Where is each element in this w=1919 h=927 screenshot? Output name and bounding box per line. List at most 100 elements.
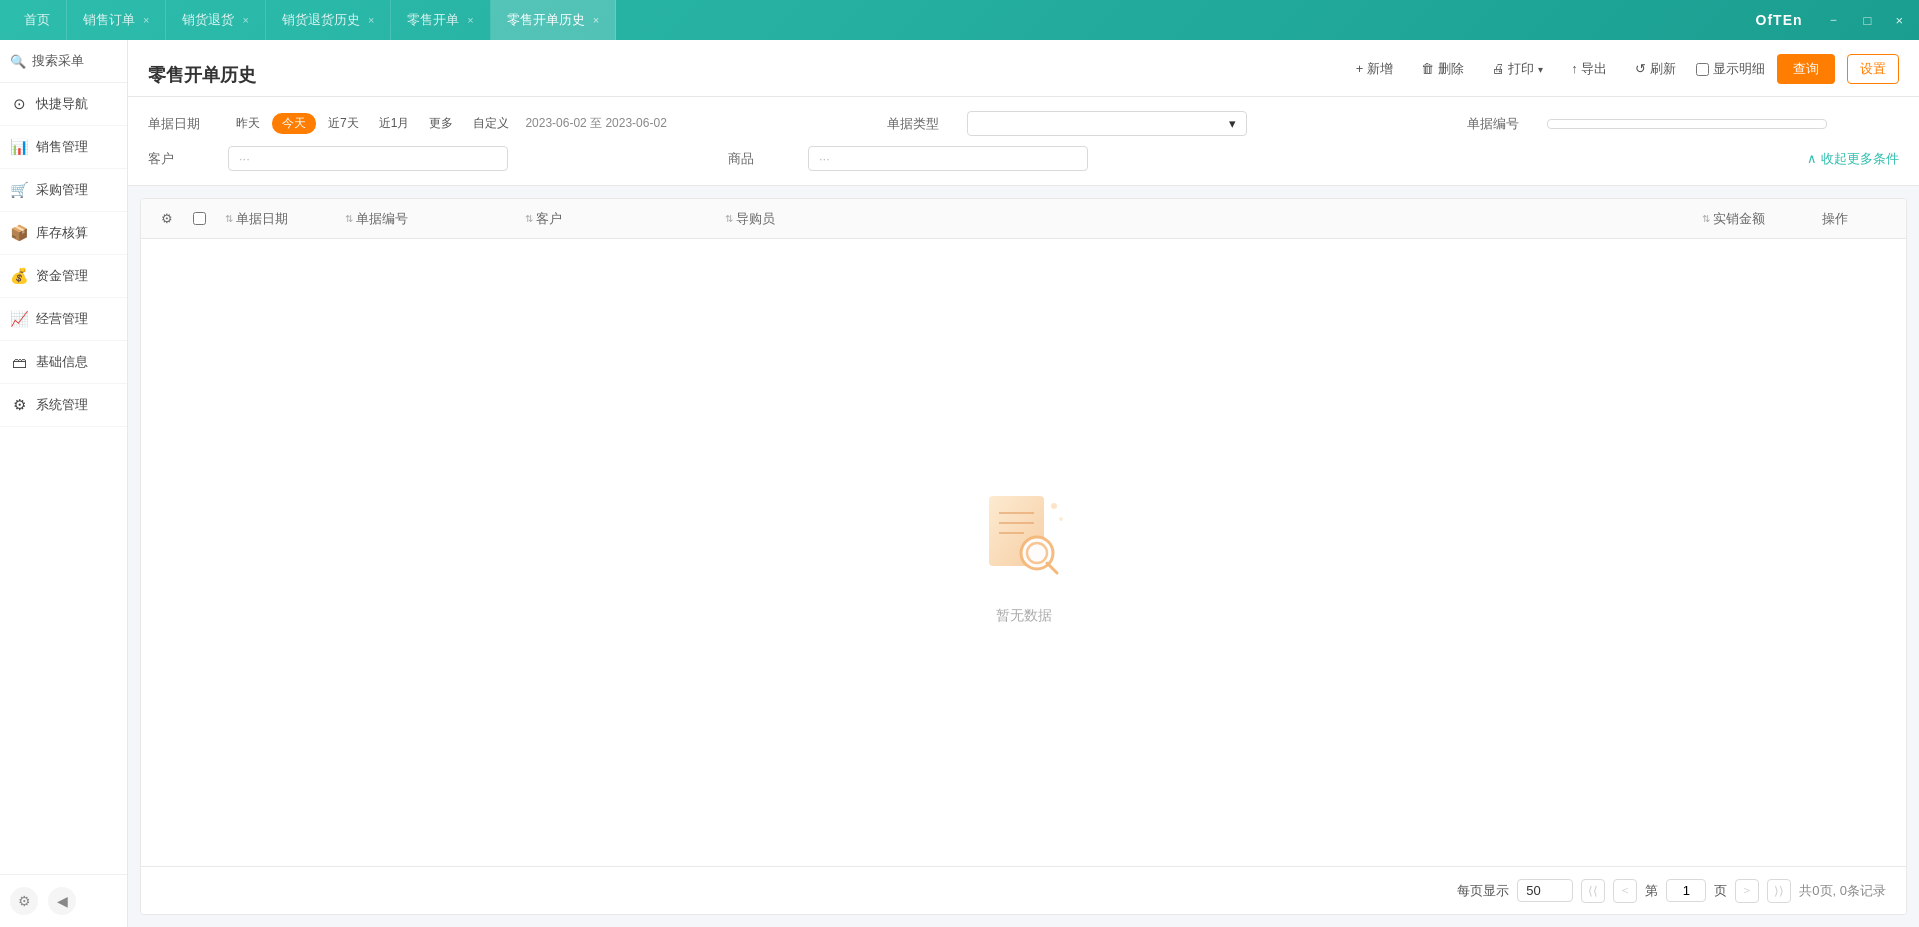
- svg-line-6: [1047, 563, 1057, 573]
- minimize-btn[interactable]: －: [1819, 7, 1848, 33]
- purchase-icon: 🛒: [10, 181, 28, 199]
- pagination-bar: 每页显示 50 100 200 ⟨⟨ ＜ 第 页 ＞ ⟩⟩ 共0页, 0条记录: [141, 866, 1906, 914]
- close-icon[interactable]: ×: [467, 14, 473, 26]
- maximize-btn[interactable]: □: [1856, 9, 1880, 32]
- type-select[interactable]: ▾: [967, 111, 1247, 136]
- empty-illustration: [969, 481, 1079, 591]
- collapse-sidebar-btn[interactable]: ◀: [48, 887, 76, 915]
- table-header: ⚙ ⇅ 单据日期 ⇅ 单据编号 ⇅ 客户 ⇅: [141, 199, 1906, 239]
- close-icon[interactable]: ×: [242, 14, 248, 26]
- tab-return-history[interactable]: 销货退货历史 ×: [266, 0, 391, 40]
- sidebar-item-basic-info[interactable]: 🗃 基础信息: [0, 341, 127, 384]
- prev-page-btn[interactable]: ＜: [1613, 879, 1637, 903]
- total-info: 共0页, 0条记录: [1799, 882, 1886, 900]
- close-icon[interactable]: ×: [143, 14, 149, 26]
- top-bar-right: OfTEn － □ ×: [1748, 7, 1911, 33]
- sidebar-item-purchase[interactable]: 🛒 采购管理: [0, 169, 127, 212]
- sidebar-item-finance[interactable]: 💰 资金管理: [0, 255, 127, 298]
- th-checkbox[interactable]: [185, 212, 217, 225]
- table-container: ⚙ ⇅ 单据日期 ⇅ 单据编号 ⇅ 客户 ⇅: [140, 198, 1907, 915]
- date-btn-more[interactable]: 更多: [421, 113, 461, 134]
- chevron-down-icon: ▾: [1229, 116, 1236, 131]
- date-btn-yesterday[interactable]: 昨天: [228, 113, 268, 134]
- tab-return-goods[interactable]: 销货退货 ×: [166, 0, 265, 40]
- sidebar: 🔍 搜索采单 ⊙ 快捷导航 📊 销售管理 🛒 采购管理 📦 库存核算 💰 资金管…: [0, 40, 128, 927]
- customer-input[interactable]: ···: [228, 146, 508, 171]
- date-filter-label: 单据日期: [148, 115, 208, 133]
- home-icon: ⊙: [10, 95, 28, 113]
- chevron-down-icon: ▾: [1538, 64, 1543, 75]
- sales-icon: 📊: [10, 138, 28, 156]
- top-bar: 首页 销售订单 × 销货退货 × 销货退货历史 × 零售开单 × 零售开单历史 …: [0, 0, 1919, 40]
- first-page-btn[interactable]: ⟨⟨: [1581, 879, 1605, 903]
- page-title: 零售开单历史: [148, 63, 256, 87]
- query-button[interactable]: 查询: [1777, 54, 1835, 84]
- sidebar-item-system[interactable]: ⚙ 系统管理: [0, 384, 127, 427]
- th-settings[interactable]: ⚙: [153, 211, 185, 226]
- info-icon: 🗃: [10, 354, 28, 371]
- new-button[interactable]: + 新增: [1348, 56, 1401, 82]
- sort-icon: ⇅: [725, 213, 733, 224]
- export-button[interactable]: ↑ 导出: [1563, 56, 1615, 82]
- close-window-btn[interactable]: ×: [1887, 9, 1911, 32]
- sort-icon: ⇅: [1702, 213, 1710, 224]
- svg-point-8: [1059, 517, 1063, 521]
- tab-retail-history[interactable]: 零售开单历史 ×: [491, 0, 616, 40]
- th-amount[interactable]: ⇅ 实销金额: [1694, 210, 1814, 228]
- settings-bottom-btn[interactable]: ⚙: [10, 887, 38, 915]
- last-page-btn[interactable]: ⟩⟩: [1767, 879, 1791, 903]
- date-btn-custom[interactable]: 自定义: [465, 113, 517, 134]
- date-btn-today[interactable]: 今天: [272, 113, 316, 134]
- date-btn-7days[interactable]: 近7天: [320, 113, 367, 134]
- next-page-btn[interactable]: ＞: [1735, 879, 1759, 903]
- sidebar-search[interactable]: 🔍 搜索采单: [0, 40, 127, 83]
- empty-state: 暂无数据: [141, 239, 1906, 866]
- th-customer[interactable]: ⇅ 客户: [517, 210, 717, 228]
- settings-button[interactable]: 设置: [1847, 54, 1899, 84]
- th-action: 操作: [1814, 210, 1894, 228]
- empty-text: 暂无数据: [996, 607, 1052, 625]
- display-detail-checkbox[interactable]: 显示明细: [1696, 60, 1765, 78]
- date-btn-1month[interactable]: 近1月: [371, 113, 418, 134]
- sidebar-item-sales[interactable]: 📊 销售管理: [0, 126, 127, 169]
- select-all-checkbox[interactable]: [193, 212, 206, 225]
- filter-area: 单据日期 昨天 今天 近7天 近1月 更多 自定义 2023-06-02 至 2…: [128, 97, 1919, 186]
- customer-filter-label: 客户: [148, 150, 208, 168]
- tab-retail-order[interactable]: 零售开单 ×: [391, 0, 490, 40]
- delete-button[interactable]: 🗑 删除: [1413, 56, 1472, 82]
- filter-row-2: 客户 ··· 商品 ··· ∧ 收起更多条件: [148, 146, 1899, 171]
- type-filter-label: 单据类型: [887, 115, 947, 133]
- close-icon[interactable]: ×: [593, 14, 599, 26]
- page-input[interactable]: [1666, 879, 1706, 902]
- print-button[interactable]: 🖨 打印 ▾: [1484, 56, 1552, 82]
- dots-icon: ···: [819, 151, 830, 166]
- number-input[interactable]: [1547, 119, 1827, 129]
- refresh-button[interactable]: ↺ 刷新: [1627, 56, 1684, 82]
- date-buttons: 昨天 今天 近7天 近1月 更多 自定义 2023-06-02 至 2023-0…: [228, 113, 667, 134]
- sidebar-item-inventory[interactable]: 📦 库存核算: [0, 212, 127, 255]
- per-page-label: 每页显示: [1457, 882, 1509, 900]
- close-icon[interactable]: ×: [368, 14, 374, 26]
- sort-icon: ⇅: [525, 213, 533, 224]
- operations-icon: 📈: [10, 310, 28, 328]
- brand-logo: OfTEn: [1748, 8, 1811, 32]
- goods-input[interactable]: ···: [808, 146, 1088, 171]
- per-page-select[interactable]: 50 100 200: [1517, 879, 1573, 902]
- chevron-up-icon: ∧: [1807, 151, 1817, 166]
- tab-sales-order[interactable]: 销售订单 ×: [67, 0, 166, 40]
- toolbar: + 新增 🗑 删除 🖨 打印 ▾ ↑ 导出 ↺ 刷新 显示明细: [1348, 54, 1899, 96]
- settings-icon: ⚙: [161, 211, 173, 226]
- page-label: 第: [1645, 882, 1658, 900]
- sidebar-item-quick-nav[interactable]: ⊙ 快捷导航: [0, 83, 127, 126]
- page-header: 零售开单历史 + 新增 🗑 删除 🖨 打印 ▾ ↑ 导出 ↺ 刷新: [128, 40, 1919, 97]
- tab-home[interactable]: 首页: [8, 0, 67, 40]
- th-number[interactable]: ⇅ 单据编号: [337, 210, 517, 228]
- collapse-btn[interactable]: ∧ 收起更多条件: [1807, 150, 1899, 168]
- sidebar-bottom: ⚙ ◀: [0, 874, 127, 927]
- page-suffix: 页: [1714, 882, 1727, 900]
- sort-icon: ⇅: [345, 213, 353, 224]
- main-layout: 🔍 搜索采单 ⊙ 快捷导航 📊 销售管理 🛒 采购管理 📦 库存核算 💰 资金管…: [0, 40, 1919, 927]
- th-date[interactable]: ⇅ 单据日期: [217, 210, 337, 228]
- th-guide[interactable]: ⇅ 导购员: [717, 210, 837, 228]
- sidebar-item-operations[interactable]: 📈 经营管理: [0, 298, 127, 341]
